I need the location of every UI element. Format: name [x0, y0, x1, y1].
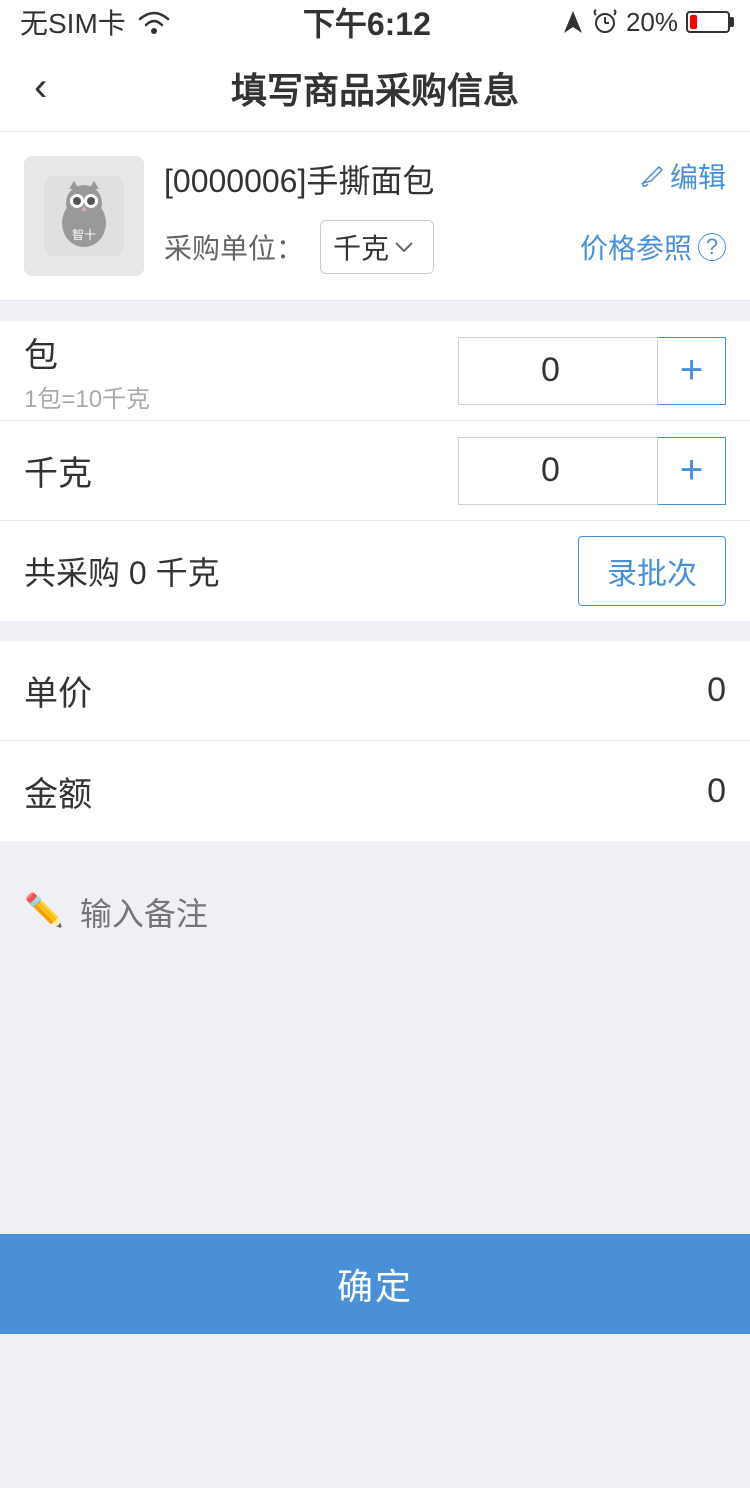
edit-button[interactable]: 编辑	[640, 156, 726, 196]
price-reference-button[interactable]: 价格参照 ?	[580, 227, 726, 267]
bao-input-row: 包 1包=10千克 +	[0, 321, 750, 421]
unit-label: 采购单位：	[164, 227, 304, 267]
kg-input-row: 千克 +	[0, 421, 750, 521]
svg-text:智十: 智十	[72, 227, 96, 242]
kg-plus-button[interactable]: +	[658, 437, 726, 505]
section-divider-2	[0, 621, 750, 641]
status-time: 下午6:12	[303, 0, 431, 45]
kg-input-controls: +	[458, 437, 726, 505]
unit-price-value: 0	[707, 671, 726, 710]
kg-input[interactable]	[458, 437, 658, 505]
unit-price-label: 单价	[24, 666, 92, 715]
carrier-text: 无SIM卡	[20, 2, 126, 42]
confirm-button[interactable]: 确定	[0, 1234, 750, 1334]
total-row: 共采购 0 千克 录批次	[0, 521, 750, 621]
amount-row: 金额 0	[0, 741, 750, 841]
product-name: [0000006]手撕面包	[164, 156, 434, 202]
total-label: 共采购 0 千克	[24, 548, 220, 594]
product-image: 智十	[24, 156, 144, 276]
kg-label-group: 千克	[24, 446, 144, 495]
bao-plus-button[interactable]: +	[658, 337, 726, 405]
bao-input-controls: +	[458, 337, 726, 405]
chevron-down-icon	[395, 241, 413, 253]
battery-text: 20%	[626, 7, 678, 38]
pencil-icon: ✏️	[24, 891, 64, 929]
kg-label: 千克	[24, 446, 144, 495]
bao-sub-label: 1包=10千克	[24, 379, 150, 414]
status-bar: 无SIM卡 下午6:12 20%	[0, 0, 750, 44]
input-section: 包 1包=10千克 + 千克 + 共采购 0 千克 录批次	[0, 321, 750, 621]
product-card: 智十 [0000006]手撕面包 编辑 采购单位：	[0, 132, 750, 301]
back-button[interactable]: ‹	[24, 55, 57, 120]
amount-value: 0	[707, 772, 726, 811]
product-info: [0000006]手撕面包 编辑 采购单位： 千克	[164, 156, 726, 274]
unit-price-row: 单价 0	[0, 641, 750, 741]
owl-logo: 智十	[39, 171, 129, 261]
empty-space	[0, 1028, 750, 1388]
location-icon	[562, 9, 584, 35]
remark-input[interactable]	[80, 889, 726, 1000]
nav-bar: ‹ 填写商品采购信息	[0, 44, 750, 132]
remark-section: ✏️	[0, 861, 750, 1028]
bao-label-group: 包 1包=10千克	[24, 328, 150, 414]
section-divider-3	[0, 841, 750, 861]
bao-input[interactable]	[458, 337, 658, 405]
price-section: 单价 0 金额 0	[0, 641, 750, 841]
status-right: 20%	[562, 7, 730, 38]
edit-icon	[640, 163, 666, 189]
wifi-icon	[136, 9, 172, 35]
amount-label: 金额	[24, 767, 92, 816]
alarm-icon	[592, 9, 618, 35]
page-title: 填写商品采购信息	[231, 62, 519, 114]
bao-label: 包	[24, 328, 150, 377]
batch-button[interactable]: 录批次	[578, 536, 726, 606]
product-header: [0000006]手撕面包 编辑	[164, 156, 726, 202]
status-left: 无SIM卡	[20, 2, 172, 42]
battery-indicator	[686, 11, 730, 33]
help-icon: ?	[698, 233, 726, 261]
section-divider-1	[0, 301, 750, 321]
unit-select[interactable]: 千克	[320, 220, 434, 274]
unit-row: 采购单位： 千克 价格参照 ?	[164, 220, 726, 274]
